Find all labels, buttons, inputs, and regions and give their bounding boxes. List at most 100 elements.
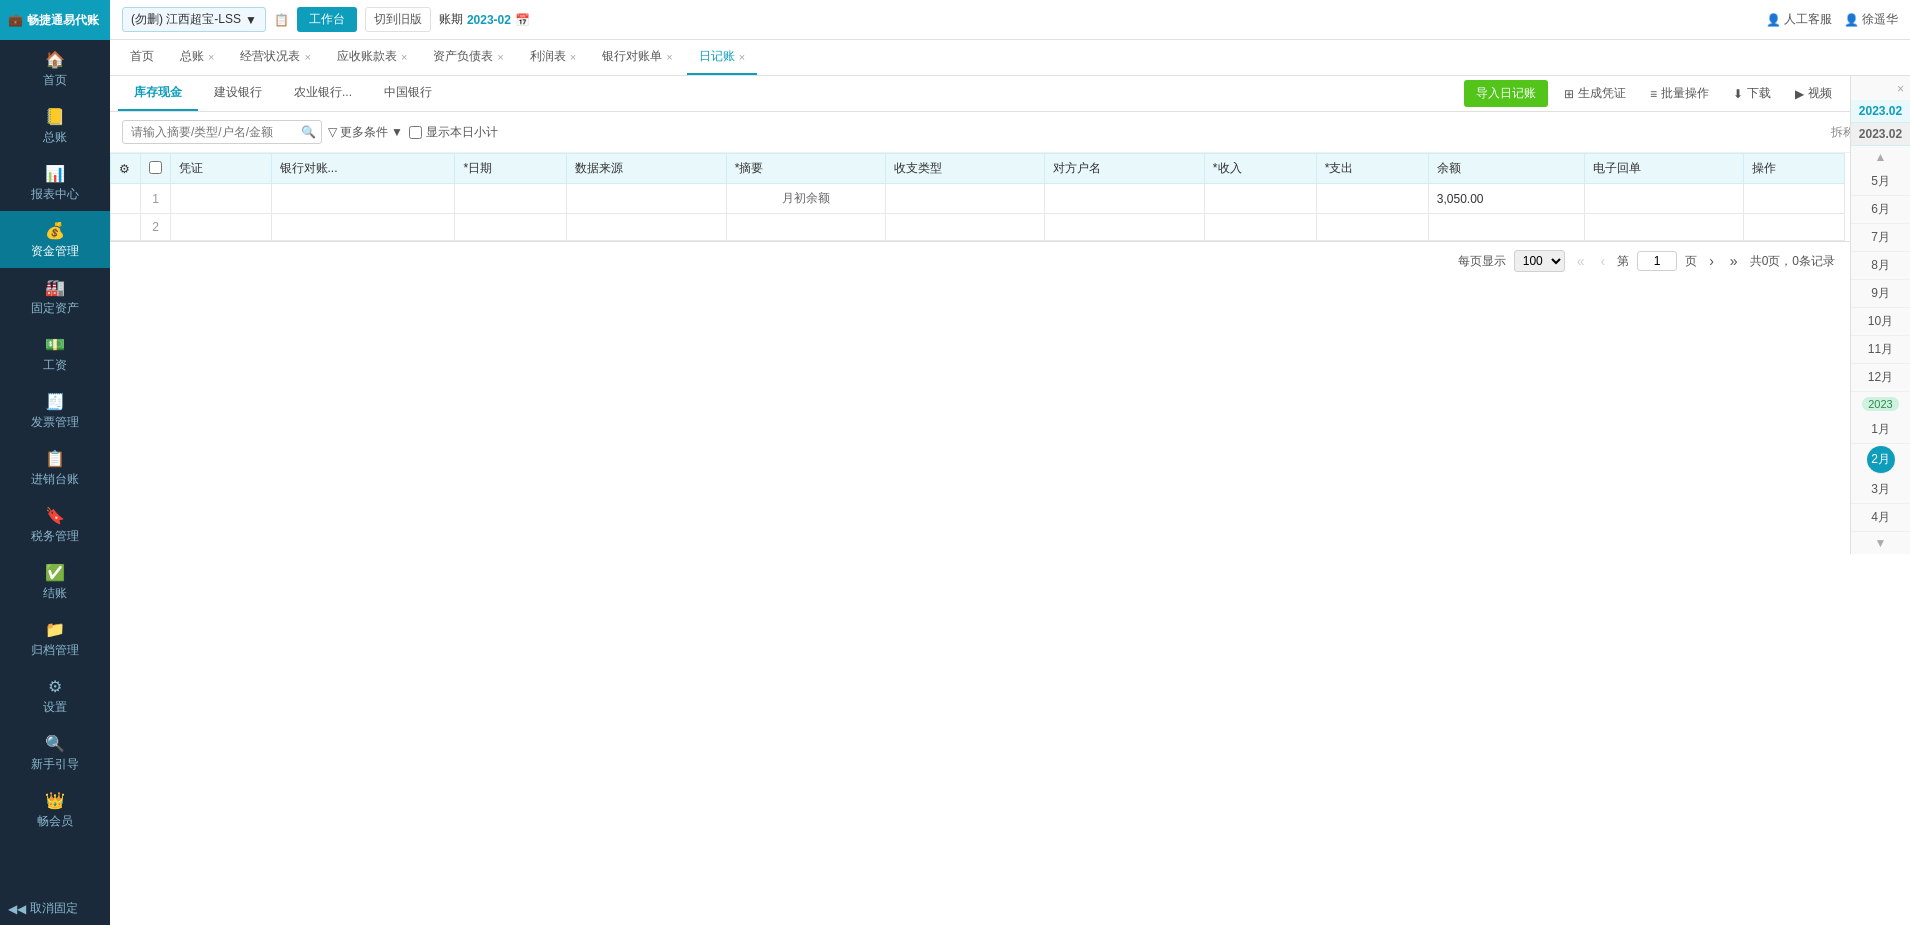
month-5[interactable]: 5月 (1851, 168, 1910, 196)
select-all-checkbox[interactable] (149, 161, 162, 174)
sidebar-item-assets[interactable]: 🏭 固定资产 (0, 268, 110, 325)
total-label: 共0页，0条记录 (1750, 253, 1835, 270)
row-settings (111, 214, 141, 241)
th-settings[interactable]: ⚙ (111, 154, 141, 184)
inner-tab-row: 库存现金 建设银行 农业银行... 中国银行 导入日记账 ⊞ 生成凭证 ≡ 批量… (110, 76, 1910, 112)
th-bank-match: 银行对账... (271, 154, 455, 184)
row-settings (111, 184, 141, 214)
month-12[interactable]: 12月 (1851, 364, 1910, 392)
guide-icon: 🔍 (45, 734, 65, 753)
scroll-down-button[interactable]: ▼ (1851, 532, 1910, 554)
voucher-icon: ⊞ (1564, 87, 1574, 101)
inner-tab-cash[interactable]: 库存现金 (118, 76, 198, 111)
tab-business-close[interactable]: × (304, 51, 310, 63)
content-area: 库存现金 建设银行 农业银行... 中国银行 导入日记账 ⊞ 生成凭证 ≡ 批量… (110, 76, 1910, 925)
sidebar-item-vip[interactable]: 👑 畅会员 (0, 781, 110, 838)
sidebar-item-archive[interactable]: 📁 归档管理 (0, 610, 110, 667)
unpin-icon: ◀◀ (8, 902, 26, 916)
month-3[interactable]: 3月 (1851, 476, 1910, 504)
row-expense (1316, 184, 1428, 214)
last-page-button[interactable]: » (1726, 251, 1742, 271)
unpin-button[interactable]: ◀◀ 取消固定 (0, 892, 110, 925)
tab-balance-sheet[interactable]: 资产负债表 × (421, 40, 515, 75)
row-counterpart (1045, 184, 1204, 214)
download-button[interactable]: ⬇ 下载 (1725, 81, 1779, 106)
date-panel: × 2023.02 2023.02 ▲ 5月 6月 7月 8月 9月 10月 1… (1850, 76, 1910, 554)
first-page-button[interactable]: « (1573, 251, 1589, 271)
per-page-select[interactable]: 100 50 200 (1514, 250, 1565, 272)
inner-tab-boc[interactable]: 中国银行 (368, 76, 448, 111)
tab-bank-close[interactable]: × (666, 51, 672, 63)
user-menu[interactable]: 👤 徐遥华 (1844, 11, 1898, 28)
tab-journal-close[interactable]: × (739, 51, 745, 63)
row-data-source (567, 214, 726, 241)
month-6[interactable]: 6月 (1851, 196, 1910, 224)
tab-balance-close[interactable]: × (497, 51, 503, 63)
sidebar-item-tax[interactable]: 🔖 税务管理 (0, 496, 110, 553)
month-10[interactable]: 10月 (1851, 308, 1910, 336)
tab-receivable-close[interactable]: × (401, 51, 407, 63)
batch-op-button[interactable]: ≡ 批量操作 (1642, 81, 1717, 106)
sidebar-item-finance[interactable]: 💰 资金管理 (0, 211, 110, 268)
human-service[interactable]: 👤 人工客服 (1766, 11, 1832, 28)
tab-profit[interactable]: 利润表 × (518, 40, 588, 75)
inner-tab-actions: 导入日记账 ⊞ 生成凭证 ≡ 批量操作 ⬇ 下载 ▶ 视频 (1464, 80, 1910, 107)
import-journal-button[interactable]: 导入日记账 (1464, 80, 1548, 107)
calendar-icon[interactable]: 📅 (515, 13, 530, 27)
tab-journal[interactable]: 日记账 × (687, 40, 757, 75)
row-bank-match (271, 214, 455, 241)
month-4[interactable]: 4月 (1851, 504, 1910, 532)
th-checkbox[interactable] (141, 154, 171, 184)
inner-tab-ccb[interactable]: 建设银行 (198, 76, 278, 111)
tab-ledger[interactable]: 总账 × (168, 40, 226, 75)
sidebar-item-reports[interactable]: 📊 报表中心 (0, 154, 110, 211)
inner-tab-abc[interactable]: 农业银行... (278, 76, 368, 111)
page-input[interactable] (1637, 251, 1677, 271)
sidebar-item-salary[interactable]: 💵 工资 (0, 325, 110, 382)
row-expense (1316, 214, 1428, 241)
tab-profit-close[interactable]: × (570, 51, 576, 63)
switch-old-button[interactable]: 切到旧版 (365, 7, 431, 32)
month-1[interactable]: 1月 (1851, 416, 1910, 444)
sidebar-item-ledger[interactable]: 📒 总账 (0, 97, 110, 154)
app-title: 畅捷通易代账 (27, 12, 99, 29)
video-button[interactable]: ▶ 视频 (1787, 81, 1840, 106)
table-container: ⚙ 凭证 银行对账... *日期 数据来源 *摘要 收支类型 对方户名 *收入 … (110, 153, 1910, 241)
sidebar-item-invoice[interactable]: 🧾 发票管理 (0, 382, 110, 439)
next-page-button[interactable]: › (1705, 251, 1718, 271)
scroll-up-button[interactable]: ▲ (1851, 146, 1910, 168)
search-icon[interactable]: 🔍 (301, 125, 316, 139)
tab-receivable[interactable]: 应收账款表 × (325, 40, 419, 75)
date-panel-close[interactable]: × (1851, 76, 1910, 100)
tab-ledger-close[interactable]: × (208, 51, 214, 63)
tab-bank-statement[interactable]: 银行对账单 × (590, 40, 684, 75)
show-daily-input[interactable] (409, 126, 422, 139)
filter-button[interactable]: ▽ 更多条件 ▼ (328, 124, 403, 141)
copy-icon[interactable]: 📋 (274, 13, 289, 27)
search-input[interactable] (122, 120, 322, 144)
filter-chevron: ▼ (391, 125, 403, 139)
tab-business[interactable]: 经营状况表 × (228, 40, 322, 75)
sidebar-item-settings[interactable]: ⚙ 设置 (0, 667, 110, 724)
company-selector[interactable]: (勿删) 江西超宝-LSS ▼ (122, 7, 266, 32)
month-7[interactable]: 7月 (1851, 224, 1910, 252)
sidebar-item-home[interactable]: 🏠 首页 (0, 40, 110, 97)
month-11[interactable]: 11月 (1851, 336, 1910, 364)
row-num: 2 (141, 214, 171, 241)
month-2-active[interactable]: 2月 (1867, 446, 1895, 474)
sidebar-item-purchase[interactable]: 📋 进销台账 (0, 439, 110, 496)
sidebar-item-close[interactable]: ✅ 结账 (0, 553, 110, 610)
generate-voucher-button[interactable]: ⊞ 生成凭证 (1556, 81, 1634, 106)
workbench-button[interactable]: 工作台 (297, 7, 357, 32)
archive-icon: 📁 (45, 620, 65, 639)
prev-page-button[interactable]: ‹ (1597, 251, 1610, 271)
main-area: (勿删) 江西超宝-LSS ▼ 📋 工作台 切到旧版 账期 2023-02 📅 … (110, 0, 1910, 925)
show-daily-checkbox[interactable]: 显示本日小计 (409, 124, 498, 141)
tab-home[interactable]: 首页 (118, 40, 166, 75)
app-logo: 💼 畅捷通易代账 (0, 0, 110, 40)
row-summary (726, 214, 885, 241)
month-9[interactable]: 9月 (1851, 280, 1910, 308)
sidebar-item-guide[interactable]: 🔍 新手引导 (0, 724, 110, 781)
th-balance: 余额 (1428, 154, 1584, 184)
month-8[interactable]: 8月 (1851, 252, 1910, 280)
